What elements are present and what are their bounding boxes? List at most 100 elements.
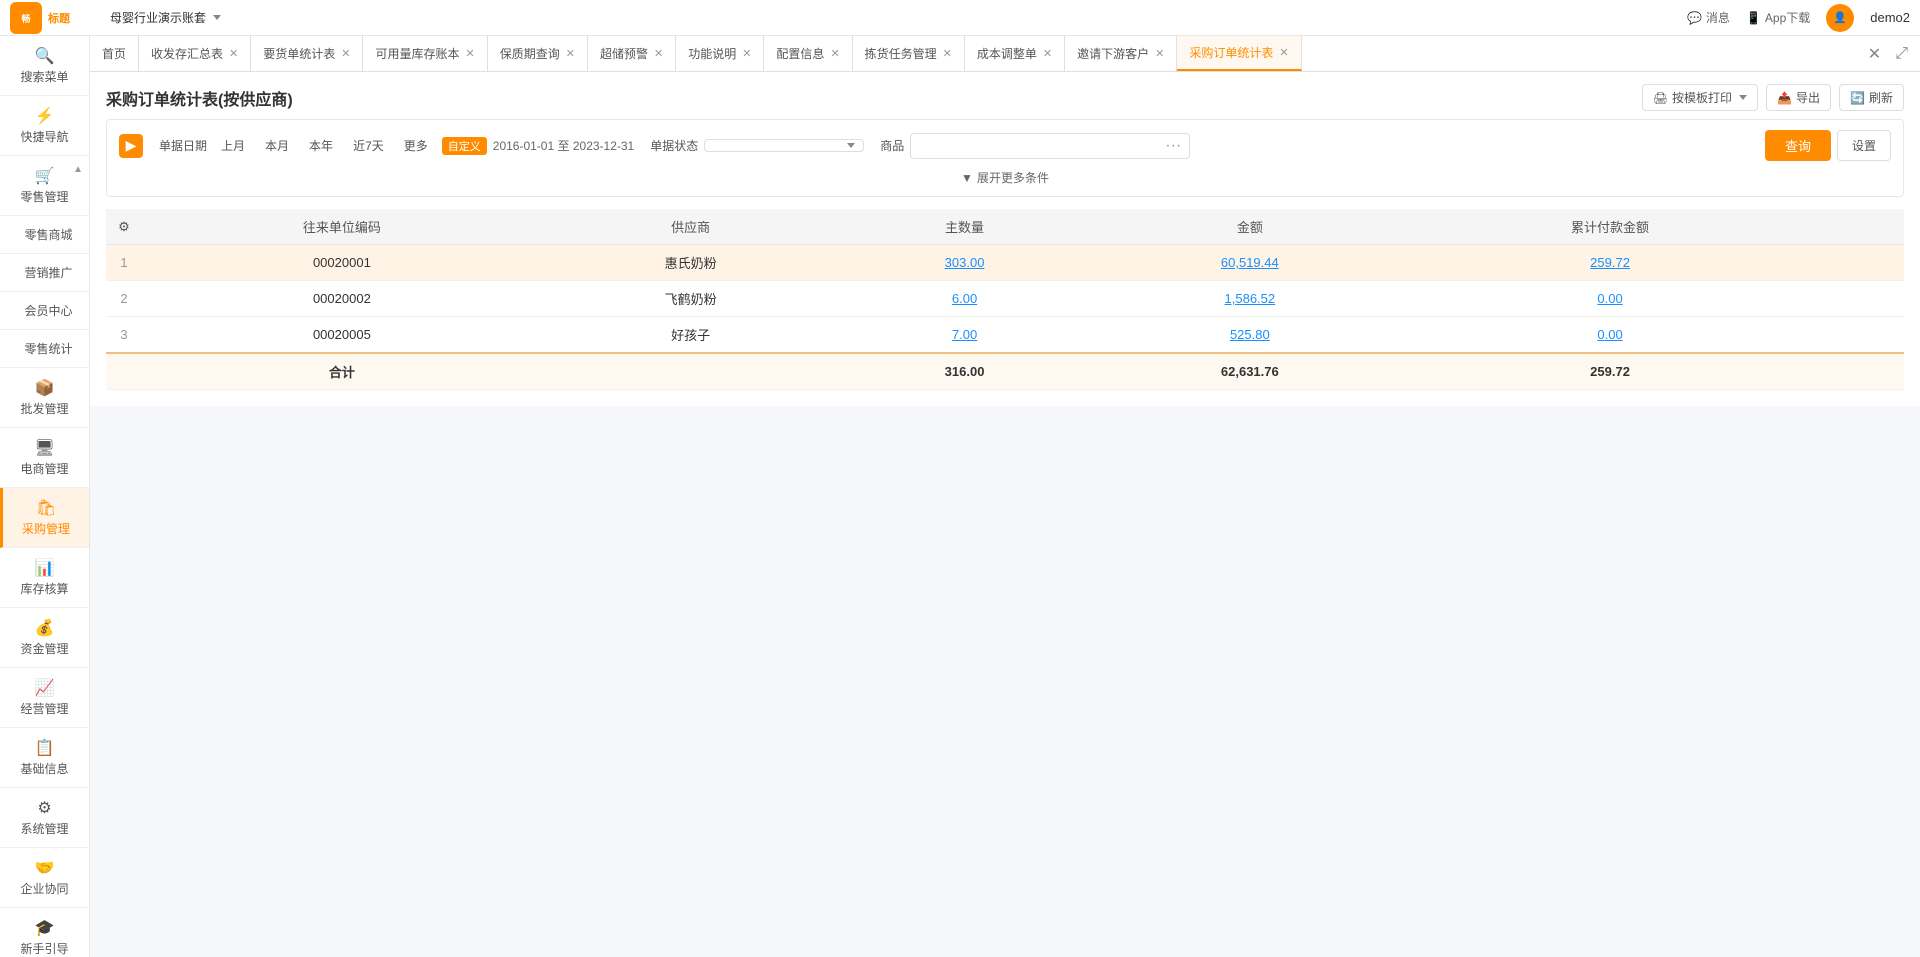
- tab-receive-send[interactable]: 收发存汇总表 ✕: [139, 36, 251, 71]
- th-checkbox: ⚙: [106, 209, 142, 245]
- status-select[interactable]: [704, 139, 864, 152]
- sidebar-item-retail[interactable]: 🛒 零售管理 ▲: [0, 156, 89, 216]
- row-amount[interactable]: 1,586.52: [1089, 281, 1410, 317]
- row-amount[interactable]: 60,519.44: [1089, 245, 1410, 281]
- system-icon: ⚙: [37, 798, 51, 818]
- tab-function-label: 功能说明: [688, 45, 736, 62]
- row-qty[interactable]: 6.00: [840, 281, 1090, 317]
- tab-config-close[interactable]: ✕: [830, 47, 839, 60]
- svg-text:畅: 畅: [21, 13, 30, 24]
- table-row[interactable]: 1 00020001 惠氏奶粉 303.00 60,519.44 259.72: [106, 245, 1904, 281]
- sidebar-label-marketing: 营销推广: [24, 266, 72, 280]
- row-qty[interactable]: 303.00: [840, 245, 1090, 281]
- export-btn[interactable]: 📤 导出: [1766, 84, 1831, 111]
- row-supplier: 好孩子: [542, 317, 840, 354]
- shortcut-this-year[interactable]: 本年: [301, 135, 341, 156]
- tab-cost-adjust-close[interactable]: ✕: [1043, 47, 1052, 60]
- sidebar-item-marketing[interactable]: 营销推广: [0, 254, 89, 292]
- tab-shelf-life-label: 保质期查询: [500, 45, 560, 62]
- page-header: 采购订单统计表(按供应商) 🖨 按模板打印 📤 导出: [106, 72, 1904, 119]
- query-btn[interactable]: 查询: [1765, 130, 1831, 161]
- tab-requisition-close[interactable]: ✕: [341, 47, 350, 60]
- sidebar-item-purchase[interactable]: 🛍 采购管理: [0, 488, 89, 548]
- sidebar-item-search[interactable]: 🔍 搜索菜单: [0, 36, 89, 96]
- tab-requisition[interactable]: 要货单统计表 ✕: [251, 36, 363, 71]
- settings-btn[interactable]: 设置: [1837, 130, 1891, 161]
- tab-cost-adjust[interactable]: 成本调整单 ✕: [965, 36, 1065, 71]
- footer-qty: 316.00: [840, 353, 1090, 390]
- th-amount: 金额: [1089, 209, 1410, 245]
- shortcut-this-month[interactable]: 本月: [257, 135, 297, 156]
- sidebar-label-basic: 基础信息: [20, 760, 68, 777]
- tab-close-all-btn[interactable]: ✕: [1864, 44, 1885, 64]
- page-actions: 🖨 按模板打印 📤 导出 🔄 刷新: [1642, 84, 1904, 111]
- sidebar-item-retail-stat[interactable]: 零售统计: [0, 330, 89, 368]
- avatar-icon: 👤: [1833, 11, 1847, 24]
- tab-overstock-label: 超储预警: [600, 45, 648, 62]
- row-seq: 1: [106, 245, 142, 281]
- row-code: 00020005: [142, 317, 542, 354]
- sidebar-item-finance[interactable]: 💰 资金管理: [0, 608, 89, 668]
- tab-function[interactable]: 功能说明 ✕: [676, 36, 764, 71]
- goods-input[interactable]: ···: [910, 133, 1190, 159]
- row-paid[interactable]: 259.72: [1410, 245, 1810, 281]
- filter-toggle-btn[interactable]: ▶: [119, 134, 143, 158]
- shortcut-last-month[interactable]: 上月: [213, 135, 253, 156]
- row-code: 00020002: [142, 281, 542, 317]
- tab-config[interactable]: 配置信息 ✕: [764, 36, 852, 71]
- user-avatar[interactable]: 👤: [1826, 4, 1854, 32]
- sidebar-label-purchase: 采购管理: [22, 520, 70, 537]
- tab-receive-send-label: 收发存汇总表: [151, 45, 223, 62]
- tab-function-close[interactable]: ✕: [742, 47, 751, 60]
- row-amount[interactable]: 525.80: [1089, 317, 1410, 354]
- custom-date-badge[interactable]: 自定义: [442, 137, 487, 155]
- tab-purchase-order-stat[interactable]: 采购订单统计表 ✕: [1177, 36, 1301, 71]
- table-row[interactable]: 3 00020005 好孩子 7.00 525.80 0.00: [106, 317, 1904, 354]
- tab-picking[interactable]: 拣货任务管理 ✕: [853, 36, 965, 71]
- sidebar-item-newguide[interactable]: 🎓 新手引导: [0, 908, 89, 957]
- tab-purchase-order-stat-close[interactable]: ✕: [1279, 46, 1288, 59]
- sidebar-item-quicknav[interactable]: ⚡ 快捷导航: [0, 96, 89, 156]
- sidebar-item-ecommerce[interactable]: 🖥 电商管理: [0, 428, 89, 488]
- workspace-selector[interactable]: 母婴行业演示账套: [100, 9, 1687, 26]
- tab-maximize-btn[interactable]: ⤢: [1891, 45, 1912, 63]
- footer-empty1: [106, 353, 142, 390]
- tab-picking-close[interactable]: ✕: [943, 47, 952, 60]
- row-paid[interactable]: 0.00: [1410, 281, 1810, 317]
- sidebar-item-basic[interactable]: 📋 基础信息: [0, 728, 89, 788]
- tab-home[interactable]: 首页: [90, 36, 139, 71]
- message-label: 消息: [1706, 9, 1730, 26]
- tab-receive-send-close[interactable]: ✕: [229, 47, 238, 60]
- app-download-btn[interactable]: 📱 App下载: [1746, 9, 1810, 26]
- tab-invite-downstream[interactable]: 邀请下游客户 ✕: [1065, 36, 1177, 71]
- sidebar-item-ops[interactable]: 📈 经营管理: [0, 668, 89, 728]
- shortcut-7days[interactable]: 近7天: [345, 135, 392, 156]
- tab-shelf-life-close[interactable]: ✕: [566, 47, 575, 60]
- row-seq: 2: [106, 281, 142, 317]
- sidebar-item-wholesale[interactable]: 📦 批发管理: [0, 368, 89, 428]
- row-qty[interactable]: 7.00: [840, 317, 1090, 354]
- tab-invite-downstream-close[interactable]: ✕: [1155, 47, 1164, 60]
- sidebar-item-retail-mall[interactable]: 零售商城: [0, 216, 89, 254]
- sidebar-item-member[interactable]: 会员中心: [0, 292, 89, 330]
- shortcut-more[interactable]: 更多: [396, 135, 436, 156]
- sidebar-item-inventory[interactable]: 📊 库存核算: [0, 548, 89, 608]
- refresh-btn[interactable]: 🔄 刷新: [1839, 84, 1904, 111]
- sidebar-item-corp[interactable]: 🤝 企业协同: [0, 848, 89, 908]
- expand-more-btn[interactable]: ▼ 展开更多条件: [119, 169, 1891, 186]
- table-row[interactable]: 2 00020002 飞鹤奶粉 6.00 1,586.52 0.00: [106, 281, 1904, 317]
- sidebar-item-system[interactable]: ⚙ 系统管理: [0, 788, 89, 848]
- table-footer-row: 合计 316.00 62,631.76 259.72: [106, 353, 1904, 390]
- tab-available-inventory-close[interactable]: ✕: [466, 47, 475, 60]
- message-btn[interactable]: 💬 消息: [1687, 9, 1730, 26]
- sidebar-label-quicknav: 快捷导航: [20, 128, 68, 145]
- tab-overstock[interactable]: 超储预警 ✕: [588, 36, 676, 71]
- settings-col-icon[interactable]: ⚙: [118, 219, 130, 234]
- row-paid[interactable]: 0.00: [1410, 317, 1810, 354]
- tab-home-label: 首页: [102, 45, 126, 62]
- tab-overstock-close[interactable]: ✕: [654, 47, 663, 60]
- tab-available-inventory[interactable]: 可用量库存账本 ✕: [363, 36, 487, 71]
- goods-more-icon[interactable]: ···: [1165, 137, 1181, 155]
- tab-shelf-life[interactable]: 保质期查询 ✕: [488, 36, 588, 71]
- print-btn[interactable]: 🖨 按模板打印: [1642, 84, 1758, 111]
